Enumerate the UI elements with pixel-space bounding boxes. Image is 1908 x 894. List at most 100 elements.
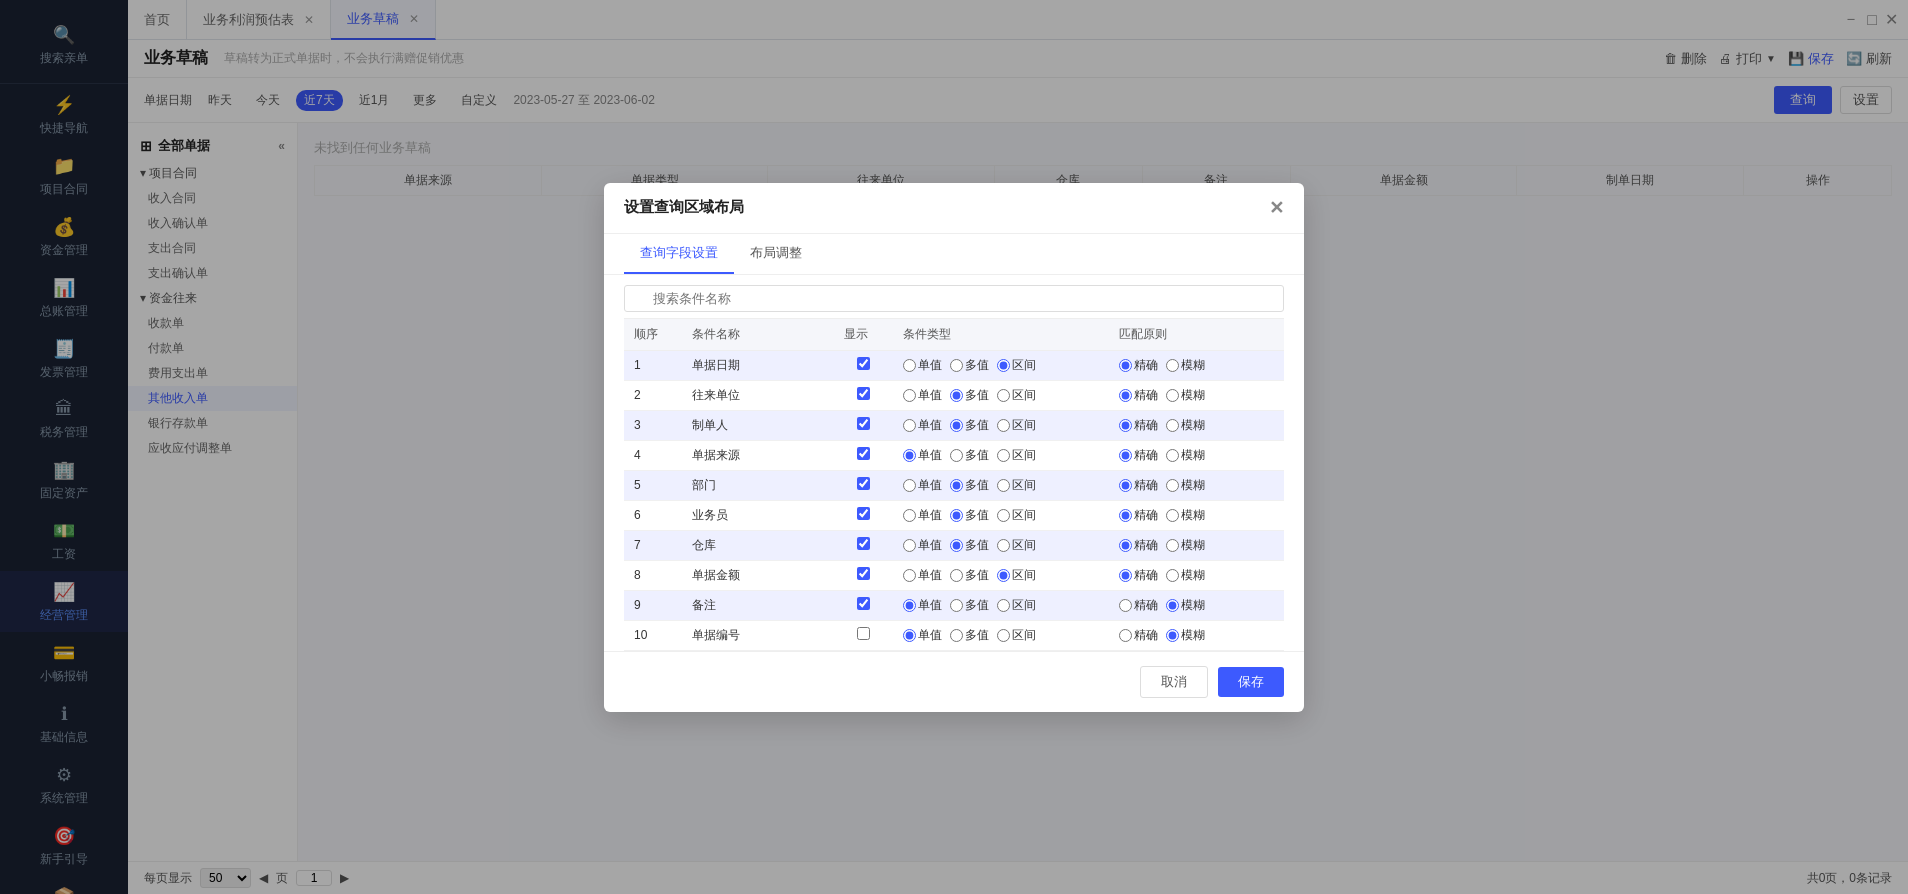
type-radio-label[interactable]: 多值 [950,507,989,524]
type-radio-label[interactable]: 多值 [950,627,989,644]
type-radio-range[interactable] [997,479,1010,492]
match-radio-fuzzy[interactable] [1166,569,1179,582]
match-radio-precise[interactable] [1119,449,1132,462]
display-checkbox[interactable] [857,627,870,640]
match-radio-fuzzy[interactable] [1166,599,1179,612]
match-radio-precise[interactable] [1119,509,1132,522]
match-radio-precise[interactable] [1119,389,1132,402]
type-radio-label[interactable]: 单值 [903,507,942,524]
type-radio-label[interactable]: 区间 [997,477,1036,494]
match-radio-label[interactable]: 精确 [1119,447,1158,464]
type-radio-label[interactable]: 区间 [997,447,1036,464]
type-radio-label[interactable]: 区间 [997,357,1036,374]
match-radio-label[interactable]: 精确 [1119,627,1158,644]
type-radio-label[interactable]: 单值 [903,627,942,644]
display-checkbox[interactable] [857,597,870,610]
match-radio-label[interactable]: 精确 [1119,417,1158,434]
match-radio-label[interactable]: 模糊 [1166,357,1205,374]
match-radio-fuzzy[interactable] [1166,509,1179,522]
match-radio-fuzzy[interactable] [1166,389,1179,402]
type-radio-label[interactable]: 区间 [997,507,1036,524]
type-radio-label[interactable]: 区间 [997,597,1036,614]
type-radio-single[interactable] [903,539,916,552]
type-radio-label[interactable]: 多值 [950,537,989,554]
match-radio-precise[interactable] [1119,599,1132,612]
display-checkbox[interactable] [857,537,870,550]
type-radio-label[interactable]: 多值 [950,597,989,614]
type-radio-range[interactable] [997,569,1010,582]
match-radio-label[interactable]: 模糊 [1166,387,1205,404]
type-radio-single[interactable] [903,479,916,492]
type-radio-label[interactable]: 单值 [903,387,942,404]
match-radio-fuzzy[interactable] [1166,539,1179,552]
match-radio-label[interactable]: 精确 [1119,567,1158,584]
display-checkbox[interactable] [857,477,870,490]
display-checkbox[interactable] [857,357,870,370]
type-radio-range[interactable] [997,539,1010,552]
type-radio-multi[interactable] [950,449,963,462]
match-radio-precise[interactable] [1119,359,1132,372]
type-radio-multi[interactable] [950,419,963,432]
modal-close-button[interactable]: ✕ [1269,197,1284,219]
type-radio-range[interactable] [997,599,1010,612]
type-radio-label[interactable]: 区间 [997,627,1036,644]
type-radio-label[interactable]: 多值 [950,447,989,464]
display-checkbox[interactable] [857,387,870,400]
type-radio-multi[interactable] [950,569,963,582]
type-radio-label[interactable]: 多值 [950,417,989,434]
type-radio-single[interactable] [903,419,916,432]
type-radio-label[interactable]: 区间 [997,567,1036,584]
type-radio-label[interactable]: 单值 [903,477,942,494]
type-radio-single[interactable] [903,389,916,402]
type-radio-multi[interactable] [950,509,963,522]
match-radio-precise[interactable] [1119,569,1132,582]
type-radio-label[interactable]: 区间 [997,537,1036,554]
match-radio-label[interactable]: 模糊 [1166,537,1205,554]
modal-save-button[interactable]: 保存 [1218,667,1284,697]
type-radio-single[interactable] [903,569,916,582]
modal-search-input[interactable] [624,285,1284,312]
type-radio-label[interactable]: 单值 [903,447,942,464]
match-radio-label[interactable]: 精确 [1119,477,1158,494]
type-radio-label[interactable]: 多值 [950,387,989,404]
modal-tab-layout[interactable]: 布局调整 [734,234,818,274]
type-radio-single[interactable] [903,509,916,522]
display-checkbox[interactable] [857,417,870,430]
match-radio-precise[interactable] [1119,419,1132,432]
type-radio-label[interactable]: 区间 [997,387,1036,404]
match-radio-precise[interactable] [1119,629,1132,642]
match-radio-label[interactable]: 模糊 [1166,417,1205,434]
type-radio-multi[interactable] [950,479,963,492]
match-radio-label[interactable]: 模糊 [1166,477,1205,494]
match-radio-label[interactable]: 精确 [1119,357,1158,374]
type-radio-label[interactable]: 区间 [997,417,1036,434]
match-radio-label[interactable]: 精确 [1119,387,1158,404]
type-radio-multi[interactable] [950,389,963,402]
type-radio-range[interactable] [997,359,1010,372]
match-radio-precise[interactable] [1119,539,1132,552]
match-radio-label[interactable]: 模糊 [1166,597,1205,614]
type-radio-label[interactable]: 单值 [903,417,942,434]
type-radio-range[interactable] [997,389,1010,402]
type-radio-label[interactable]: 单值 [903,357,942,374]
type-radio-label[interactable]: 单值 [903,567,942,584]
type-radio-single[interactable] [903,599,916,612]
display-checkbox[interactable] [857,507,870,520]
match-radio-fuzzy[interactable] [1166,419,1179,432]
display-checkbox[interactable] [857,567,870,580]
type-radio-label[interactable]: 多值 [950,357,989,374]
match-radio-label[interactable]: 精确 [1119,597,1158,614]
match-radio-fuzzy[interactable] [1166,449,1179,462]
match-radio-fuzzy[interactable] [1166,359,1179,372]
modal-tab-query[interactable]: 查询字段设置 [624,234,734,274]
type-radio-multi[interactable] [950,539,963,552]
match-radio-fuzzy[interactable] [1166,629,1179,642]
match-radio-label[interactable]: 模糊 [1166,567,1205,584]
type-radio-range[interactable] [997,449,1010,462]
match-radio-precise[interactable] [1119,479,1132,492]
type-radio-multi[interactable] [950,359,963,372]
type-radio-range[interactable] [997,629,1010,642]
match-radio-label[interactable]: 模糊 [1166,627,1205,644]
type-radio-label[interactable]: 多值 [950,567,989,584]
type-radio-range[interactable] [997,419,1010,432]
